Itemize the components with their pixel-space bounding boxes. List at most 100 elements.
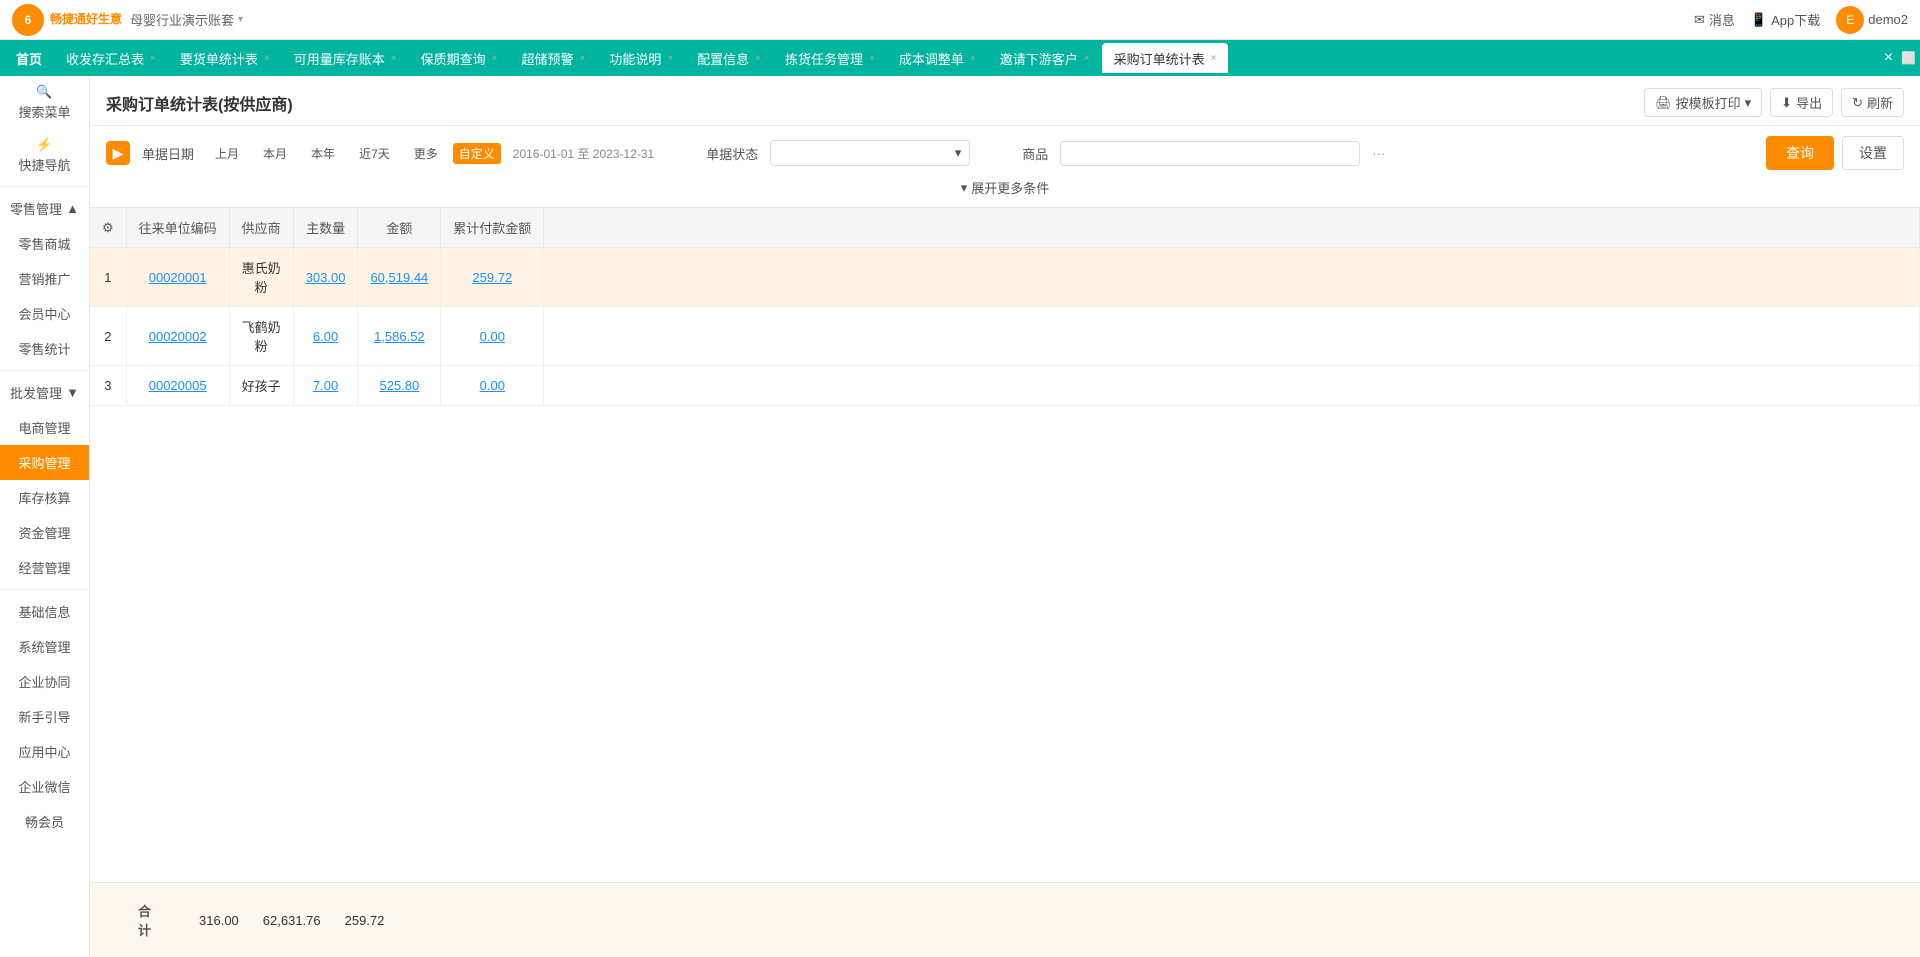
sidebar-item-inventory[interactable]: 库存核算 [0, 480, 89, 515]
date-btn-this-month[interactable]: 本月 [254, 142, 296, 165]
row-main-qty[interactable]: 7.00 [293, 366, 358, 406]
close-icon[interactable]: × [579, 53, 585, 64]
goods-input[interactable] [1060, 141, 1360, 166]
close-icon[interactable]: × [391, 53, 397, 64]
date-custom-badge[interactable]: 自定义 [453, 143, 501, 164]
tab-overstock[interactable]: 超储预警 × [509, 43, 597, 73]
tab-purchase-summary[interactable]: 采购订单统计表 × [1102, 43, 1229, 73]
sidebar-item-retail[interactable]: 零售管理 ▲ [0, 191, 89, 226]
row-amount[interactable]: 60,519.44 [358, 248, 441, 307]
row-unit-code[interactable]: 00020005 [126, 366, 229, 406]
chevron-down-icon: ▾ [955, 145, 962, 161]
table-container: ⚙ 往来单位编码 供应商 主数量 金额 累计付款金额 1 00020001 惠氏… [90, 208, 1920, 882]
sidebar-item-new-guide[interactable]: 新手引导 [0, 699, 89, 734]
row-cumulative-payment[interactable]: 0.00 [441, 366, 544, 406]
close-icon[interactable]: × [264, 53, 270, 64]
sidebar-item-basic-info[interactable]: 基础信息 [0, 594, 89, 629]
sidebar-item-search[interactable]: 🔍 搜索菜单 [0, 76, 89, 129]
expand-more-button[interactable]: ▾ 展开更多条件 [961, 178, 1050, 197]
sidebar-item-retail-shop[interactable]: 零售商城 [0, 226, 89, 261]
date-btn-more[interactable]: 更多 [405, 142, 447, 165]
tab-function-desc[interactable]: 功能说明 × [597, 43, 685, 73]
sidebar-label-marketing: 营销推广 [18, 269, 70, 288]
status-select[interactable]: ▾ [770, 140, 970, 166]
avatar: E [1836, 6, 1864, 34]
col-settings[interactable]: ⚙ [90, 208, 126, 248]
sidebar-item-purchase[interactable]: 采购管理 [0, 445, 89, 480]
close-icon[interactable]: × [1211, 53, 1217, 64]
tab-invite-downstream[interactable]: 邀请下游客户 × [988, 43, 1102, 73]
sidebar-item-sys-mgmt[interactable]: 系统管理 [0, 629, 89, 664]
close-icon[interactable]: × [970, 53, 976, 64]
sidebar-item-ecommerce[interactable]: 电商管理 [0, 410, 89, 445]
row-supplier: 飞鹤奶粉 [229, 307, 293, 366]
date-btn-7days[interactable]: 近7天 [350, 142, 399, 165]
tab-available-stock[interactable]: 可用量库存账本 × [282, 43, 409, 73]
tab-home[interactable]: 首页 [4, 43, 54, 73]
table-row[interactable]: 3 00020005 好孩子 7.00 525.80 0.00 [90, 366, 1920, 406]
window-close-icon[interactable]: × [1884, 49, 1893, 67]
tab-function-label: 功能说明 [609, 49, 661, 68]
row-amount[interactable]: 1,586.52 [358, 307, 441, 366]
close-icon[interactable]: × [150, 53, 156, 64]
refresh-button[interactable]: ↻ 刷新 [1841, 88, 1904, 117]
chevron-down-icon: ▼ [66, 385, 79, 400]
settings-button[interactable]: 设置 [1842, 136, 1904, 170]
workspace-selector[interactable]: 母婴行业演示账套 ▾ [130, 10, 243, 29]
download-icon: 📱 [1751, 12, 1767, 28]
close-icon[interactable]: × [492, 53, 498, 64]
tab-expiry-query[interactable]: 保质期查询 × [409, 43, 510, 73]
date-quick-buttons: 上月 本月 本年 近7天 更多 自定义 [206, 142, 501, 165]
col-main-qty: 主数量 [293, 208, 358, 248]
tab-receive-summary[interactable]: 收发存汇总表 × [54, 43, 168, 73]
table-row[interactable]: 2 00020002 飞鹤奶粉 6.00 1,586.52 0.00 [90, 307, 1920, 366]
messages-button[interactable]: ✉ 消息 [1694, 10, 1735, 29]
col-extra [544, 208, 1920, 248]
sidebar-item-member[interactable]: 会员中心 [0, 296, 89, 331]
sidebar-item-retail-stats[interactable]: 零售统计 [0, 331, 89, 366]
sidebar-item-quick-nav[interactable]: ⚡ 快捷导航 [0, 129, 89, 182]
search-button[interactable]: 查询 [1766, 136, 1834, 170]
filter-toggle-button[interactable]: ▶ [106, 141, 130, 165]
row-main-qty[interactable]: 303.00 [293, 248, 358, 307]
window-maximize-icon[interactable]: ⬜ [1901, 51, 1916, 65]
close-icon[interactable]: × [755, 53, 761, 64]
sidebar-item-finance[interactable]: 资金管理 [0, 515, 89, 550]
sidebar-item-ops[interactable]: 经营管理 [0, 550, 89, 585]
template-print-button[interactable]: 🖨 按模板打印 ▾ [1644, 88, 1762, 117]
tab-picking-task[interactable]: 拣货任务管理 × [773, 43, 887, 73]
date-btn-last-month[interactable]: 上月 [206, 142, 248, 165]
filter-row-1: ▶ 单据日期 上月 本月 本年 近7天 更多 自定义 2016-01-01 至 … [106, 136, 1904, 170]
top-bar-left: 6 畅捷通好生意 母婴行业演示账套 ▾ [12, 4, 243, 36]
sidebar-item-app-center[interactable]: 应用中心 [0, 734, 89, 769]
app-download-button[interactable]: 📱 App下载 [1751, 10, 1820, 29]
row-cumulative-payment[interactable]: 259.72 [441, 248, 544, 307]
export-button[interactable]: ⬇ 导出 [1770, 88, 1833, 117]
footer-cumulative: 259.72 [333, 893, 397, 947]
user-profile[interactable]: E demo2 [1836, 6, 1908, 34]
sidebar-item-enterprise-wechat[interactable]: 企业微信 [0, 769, 89, 804]
tab-cost-adjust[interactable]: 成本调整单 × [887, 43, 988, 73]
sidebar-item-batch-mgmt[interactable]: 批发管理 ▼ [0, 375, 89, 410]
refresh-label: 刷新 [1867, 93, 1893, 112]
row-cumulative-payment[interactable]: 0.00 [441, 307, 544, 366]
sidebar-item-enterprise[interactable]: 企业协同 [0, 664, 89, 699]
search-icon: 🔍 [36, 84, 52, 100]
content-area: 采购订单统计表(按供应商) 🖨 按模板打印 ▾ ⬇ 导出 ↻ 刷新 [90, 76, 1920, 957]
tab-requisition-summary[interactable]: 要货单统计表 × [168, 43, 282, 73]
row-main-qty[interactable]: 6.00 [293, 307, 358, 366]
row-supplier: 好孩子 [229, 366, 293, 406]
sidebar-item-marketing[interactable]: 营销推广 [0, 261, 89, 296]
close-icon[interactable]: × [1084, 53, 1090, 64]
row-unit-code[interactable]: 00020001 [126, 248, 229, 307]
table-row[interactable]: 1 00020001 惠氏奶粉 303.00 60,519.44 259.72 [90, 248, 1920, 307]
date-btn-this-year[interactable]: 本年 [302, 142, 344, 165]
more-icon[interactable]: ··· [1372, 146, 1385, 161]
sidebar-item-members[interactable]: 畅会员 [0, 804, 89, 839]
table-footer: 合计 316.00 62,631.76 259.72 [90, 882, 1920, 957]
tab-config-info[interactable]: 配置信息 × [685, 43, 773, 73]
close-icon[interactable]: × [869, 53, 875, 64]
row-amount[interactable]: 525.80 [358, 366, 441, 406]
close-icon[interactable]: × [667, 53, 673, 64]
row-unit-code[interactable]: 00020002 [126, 307, 229, 366]
